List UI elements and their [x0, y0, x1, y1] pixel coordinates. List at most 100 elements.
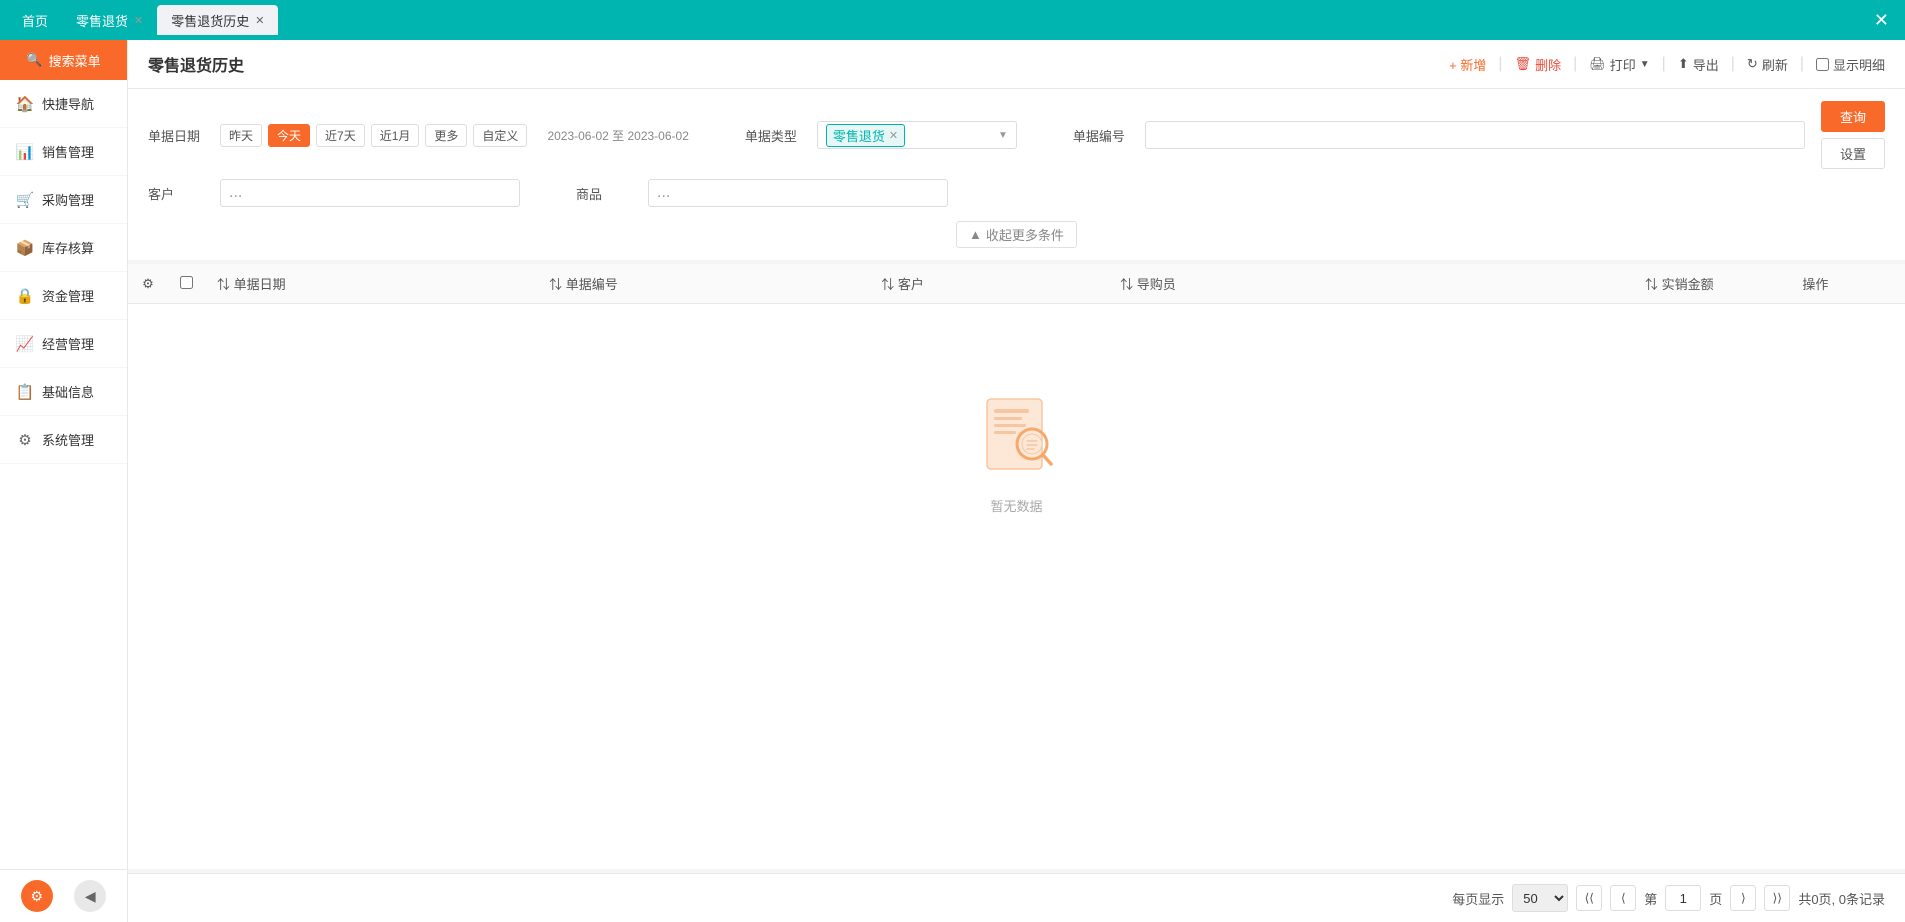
sidebar-item-basic-info[interactable]: 📋 基础信息 — [0, 368, 127, 416]
search-icon: 🔍 — [26, 52, 42, 68]
money-icon: 🔒 — [16, 287, 34, 305]
th-checkbox[interactable] — [168, 264, 205, 304]
goods-input[interactable]: ... — [648, 179, 948, 207]
empty-state: 暂无数据 — [128, 304, 1905, 595]
sidebar-toggle-btn[interactable]: ◀ — [74, 880, 106, 912]
date-btn-more[interactable]: 更多 — [425, 124, 467, 147]
top-bar: 首页 零售退货 ✕ 零售退货历史 ✕ ✕ — [0, 0, 1905, 40]
filter-area: 单据日期 昨天 今天 近7天 近1月 更多 自定义 2023-06-02 至 2… — [128, 89, 1905, 260]
date-range-display: 2023-06-02 至 2023-06-02 — [547, 127, 688, 144]
settings-icon[interactable]: ⚙ — [142, 276, 154, 291]
export-button[interactable]: ⬆ 导出 — [1678, 55, 1719, 74]
select-all-checkbox[interactable] — [180, 276, 193, 289]
sidebar-item-purchase-mgmt[interactable]: 🛒 采购管理 — [0, 176, 127, 224]
page-header: 零售退货历史 + 新增 | 🗑 删除 | 🖨 打印 ▼ | ⬆ 导出 — [128, 40, 1905, 89]
print-button[interactable]: 🖨 打印 ▼ — [1589, 55, 1649, 74]
add-button[interactable]: + 新增 — [1449, 55, 1486, 74]
voucher-type-label: 单据类型 — [745, 126, 801, 145]
display-detail-toggle[interactable]: 显示明细 — [1816, 55, 1885, 74]
tab-retail-return-history[interactable]: 零售退货历史 ✕ — [157, 5, 278, 35]
first-page-btn[interactable]: ⟨⟨ — [1576, 885, 1602, 911]
tab-home[interactable]: 首页 — [8, 5, 62, 35]
page-size-label: 每页显示 — [1452, 889, 1504, 908]
empty-text: 暂无数据 — [990, 496, 1042, 515]
th-actions: 操作 — [1726, 264, 1905, 304]
divider3: | — [1662, 55, 1666, 73]
print-dropdown-icon: ▼ — [1640, 59, 1650, 70]
divider1: | — [1498, 55, 1502, 73]
date-label: 单据日期 — [148, 126, 204, 145]
goods-label: 商品 — [576, 184, 632, 203]
collapse-icon: ▲ — [969, 227, 982, 242]
sidebar-item-sales-mgmt[interactable]: 📊 销售管理 — [0, 128, 127, 176]
doc-icon: 📋 — [16, 383, 34, 401]
chart-icon: 📊 — [16, 143, 34, 161]
empty-state-row: 暂无数据 — [128, 304, 1905, 596]
last-page-btn[interactable]: ⟩⟩ — [1764, 885, 1790, 911]
customer-input[interactable]: ... — [220, 179, 520, 207]
filter-actions: 查询 设置 — [1821, 101, 1885, 169]
gear-icon: ⚙ — [16, 431, 34, 449]
divider4: | — [1731, 55, 1735, 73]
divider5: | — [1800, 55, 1804, 73]
main-layout: 🔍 搜索菜单 🏠 快捷导航 📊 销售管理 🛒 采购管理 📦 库存核算 🔒 资金管… — [0, 40, 1905, 922]
customer-ellipsis: ... — [229, 184, 242, 202]
th-actual-amount[interactable]: ⇅ 实销金额 — [1394, 264, 1726, 304]
delete-button[interactable]: 🗑 删除 — [1515, 55, 1562, 74]
export-icon: ⬆ — [1678, 56, 1689, 72]
close-tab-retail-return-history[interactable]: ✕ — [255, 14, 264, 27]
date-btn-today[interactable]: 今天 — [268, 124, 310, 147]
delete-icon: 🗑 — [1515, 56, 1532, 72]
filter-row-2: 客户 ... 商品 ... — [148, 179, 1885, 207]
print-icon: 🖨 — [1589, 56, 1606, 72]
content-area: 零售退货历史 + 新增 | 🗑 删除 | 🖨 打印 ▼ | ⬆ 导出 — [128, 40, 1905, 922]
total-text: 共0页, 0条记录 — [1798, 889, 1885, 908]
set-button[interactable]: 设置 — [1821, 138, 1885, 169]
date-btn-yesterday[interactable]: 昨天 — [220, 124, 262, 147]
data-table: ⚙ ⇅ 单据日期 ⇅ 单据编号 — [128, 264, 1905, 595]
prev-page-btn[interactable]: ⟨ — [1610, 885, 1636, 911]
search-menu-btn[interactable]: 🔍 搜索菜单 — [0, 40, 127, 80]
th-customer[interactable]: ⇅ 客户 — [869, 264, 1108, 304]
voucher-type-input[interactable]: 零售退货 ✕ ▼ — [817, 121, 1017, 149]
th-voucher-no[interactable]: ⇅ 单据编号 — [537, 264, 869, 304]
table-container: ⚙ ⇅ 单据日期 ⇅ 单据编号 — [128, 264, 1905, 869]
display-detail-checkbox[interactable] — [1816, 58, 1829, 71]
th-guide[interactable]: ⇅ 导购员 — [1108, 264, 1394, 304]
date-btn-7days[interactable]: 近7天 — [316, 124, 365, 147]
window-close-button[interactable]: ✕ — [1866, 10, 1897, 31]
query-button[interactable]: 查询 — [1821, 101, 1885, 132]
sidebar-item-inventory[interactable]: 📦 库存核算 — [0, 224, 127, 272]
goods-ellipsis: ... — [657, 184, 670, 202]
date-btn-custom[interactable]: 自定义 — [473, 124, 527, 147]
voucher-no-label: 单据编号 — [1073, 126, 1129, 145]
divider2: | — [1573, 55, 1577, 73]
collapse-filter-btn[interactable]: ▲ 收起更多条件 — [956, 221, 1077, 248]
refresh-button[interactable]: ↻ 刷新 — [1747, 55, 1788, 74]
close-tab-retail-return[interactable]: ✕ — [134, 14, 143, 27]
th-settings[interactable]: ⚙ — [128, 264, 168, 304]
topbar-right: ✕ — [1866, 10, 1897, 31]
page-unit: 页 — [1709, 889, 1722, 908]
sidebar-item-ops-mgmt[interactable]: 📈 经营管理 — [0, 320, 127, 368]
filter-row-1: 单据日期 昨天 今天 近7天 近1月 更多 自定义 2023-06-02 至 2… — [148, 101, 1885, 169]
sidebar-item-quick-nav[interactable]: 🏠 快捷导航 — [0, 80, 127, 128]
cart-icon: 🛒 — [16, 191, 34, 209]
date-filters: 昨天 今天 近7天 近1月 更多 自定义 — [220, 124, 527, 147]
page-size-select[interactable]: 20 50 100 — [1512, 884, 1568, 912]
box-icon: 📦 — [16, 239, 34, 257]
th-date[interactable]: ⇅ 单据日期 — [205, 264, 537, 304]
customer-label: 客户 — [148, 184, 204, 203]
voucher-no-input[interactable] — [1145, 121, 1805, 149]
sidebar-item-sys-mgmt[interactable]: ⚙ 系统管理 — [0, 416, 127, 464]
page-input[interactable] — [1665, 885, 1701, 911]
date-btn-1month[interactable]: 近1月 — [371, 124, 420, 147]
tab-retail-return[interactable]: 零售退货 ✕ — [62, 5, 157, 35]
sidebar-settings-btn[interactable]: ⚙ — [21, 880, 53, 912]
sidebar-item-finance-mgmt[interactable]: 🔒 资金管理 — [0, 272, 127, 320]
pagination: 每页显示 20 50 100 ⟨⟨ ⟨ 第 页 ⟩ ⟩⟩ 共0页, 0条记录 — [128, 873, 1905, 922]
voucher-type-tag-close[interactable]: ✕ — [889, 129, 898, 142]
refresh-icon: ↻ — [1747, 56, 1758, 72]
empty-illustration — [967, 384, 1067, 484]
next-page-btn[interactable]: ⟩ — [1730, 885, 1756, 911]
